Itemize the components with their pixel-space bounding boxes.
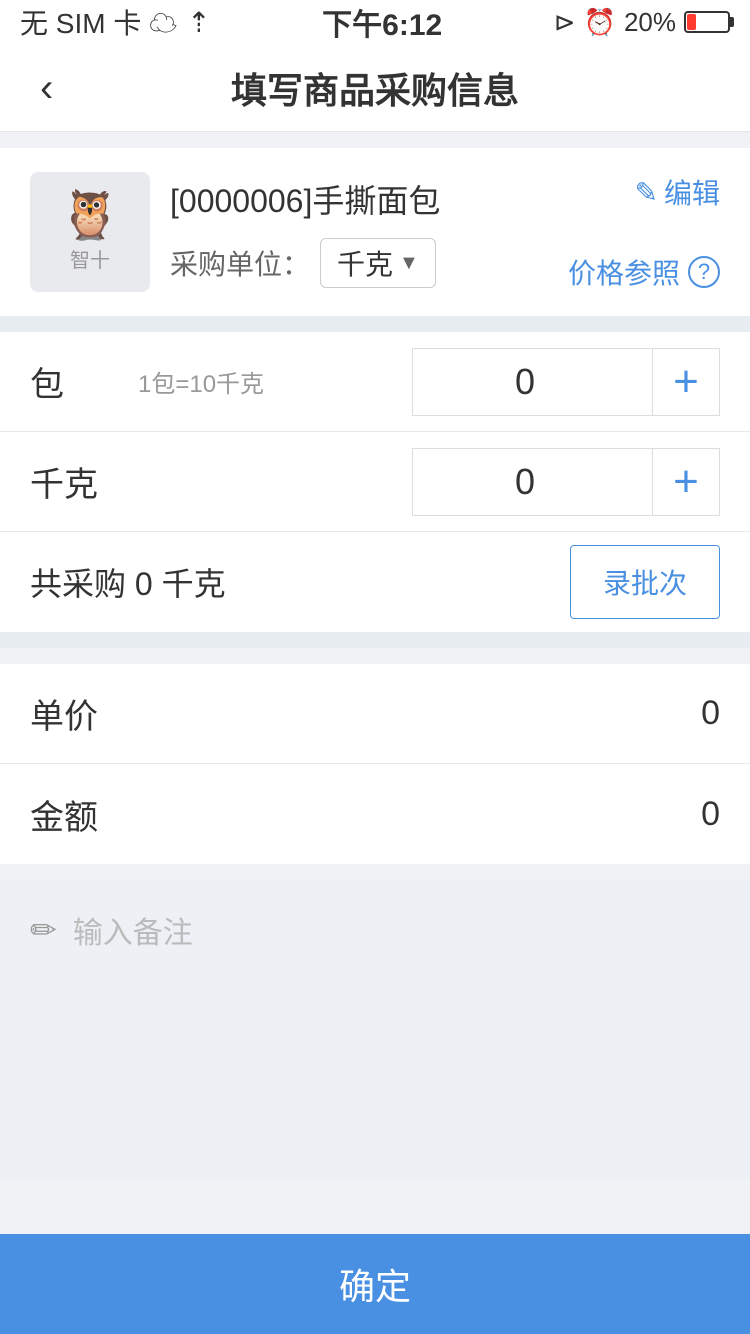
- batch-record-button[interactable]: 录批次: [570, 545, 720, 619]
- amount-row: 金额 0: [0, 764, 750, 864]
- kg-input-control: +: [412, 448, 720, 516]
- product-card: 🦉 智十 [0000006]手撕面包 采购单位： 千克 ▼ ✎ 编辑 价格参照 …: [0, 148, 750, 316]
- unit-selector[interactable]: 千克 ▼: [320, 238, 436, 288]
- bao-label: 包: [30, 357, 130, 406]
- status-time: 下午6:12: [322, 0, 442, 44]
- unit-price-value: 0: [701, 694, 720, 733]
- divider-band-1: [0, 316, 750, 332]
- price-reference-button[interactable]: 价格参照 ?: [568, 252, 720, 292]
- edit-button[interactable]: ✎ 编辑: [635, 172, 720, 212]
- kg-input-row: 千克 +: [0, 432, 750, 532]
- status-right: ⊳ ⏰ 20%: [554, 7, 730, 38]
- status-left: 无 SIM 卡 ☁ ⇡: [20, 2, 211, 42]
- total-prefix: 共采购: [30, 566, 126, 602]
- divider-band-2: [0, 632, 750, 648]
- amount-label: 金额: [30, 790, 701, 839]
- price-ref-label: 价格参照: [568, 252, 680, 292]
- battery-percent: 20%: [624, 7, 676, 38]
- kg-quantity-input[interactable]: [412, 448, 652, 516]
- wifi-icon: ⇡: [187, 6, 210, 39]
- page-title: 填写商品采购信息: [231, 62, 519, 114]
- total-value-num: 0: [135, 566, 153, 602]
- location-icon: ⊳: [554, 7, 576, 38]
- bao-sub-label: 1包=10千克: [138, 364, 412, 399]
- notes-section[interactable]: ✏ 输入备注: [0, 880, 750, 980]
- bao-input-row: 包 1包=10千克 +: [0, 332, 750, 432]
- confirm-button[interactable]: 确定: [0, 1234, 750, 1334]
- input-section: 包 1包=10千克 + 千克 +: [0, 332, 750, 532]
- status-bar: 无 SIM 卡 ☁ ⇡ 下午6:12 ⊳ ⏰ 20%: [0, 0, 750, 44]
- unit-price-label: 单价: [30, 689, 701, 738]
- bao-input-control: +: [412, 348, 720, 416]
- help-icon: ?: [688, 256, 720, 288]
- bottom-spacer: [0, 980, 750, 1180]
- pencil-icon: ✏: [30, 911, 57, 949]
- sim-status: 无 SIM 卡 ☁: [20, 2, 177, 42]
- notes-placeholder: 输入备注: [73, 908, 193, 952]
- purchase-unit-label: 采购单位：: [170, 243, 310, 283]
- total-unit-label: 千克: [162, 566, 226, 602]
- product-image: 🦉 智十: [30, 172, 150, 292]
- kg-plus-button[interactable]: +: [652, 448, 720, 516]
- alarm-icon: ⏰: [584, 7, 616, 38]
- amount-value: 0: [701, 795, 720, 834]
- back-button[interactable]: ‹: [30, 58, 63, 118]
- unit-price-row: 单价 0: [0, 664, 750, 764]
- nav-bar: ‹ 填写商品采购信息: [0, 44, 750, 132]
- kg-label: 千克: [30, 457, 130, 506]
- bao-plus-button[interactable]: +: [652, 348, 720, 416]
- battery-icon: [684, 11, 730, 33]
- product-logo-text: 智十: [60, 244, 120, 273]
- dropdown-arrow-icon: ▼: [399, 252, 419, 275]
- edit-icon: ✎: [635, 176, 658, 209]
- unit-value: 千克: [337, 243, 393, 283]
- product-logo-icon: 🦉: [60, 192, 120, 240]
- edit-label: 编辑: [664, 172, 720, 212]
- bao-quantity-input[interactable]: [412, 348, 652, 416]
- total-row: 共采购 0 千克 录批次: [0, 532, 750, 632]
- total-label: 共采购 0 千克: [30, 559, 570, 605]
- price-section: 单价 0 金额 0: [0, 664, 750, 864]
